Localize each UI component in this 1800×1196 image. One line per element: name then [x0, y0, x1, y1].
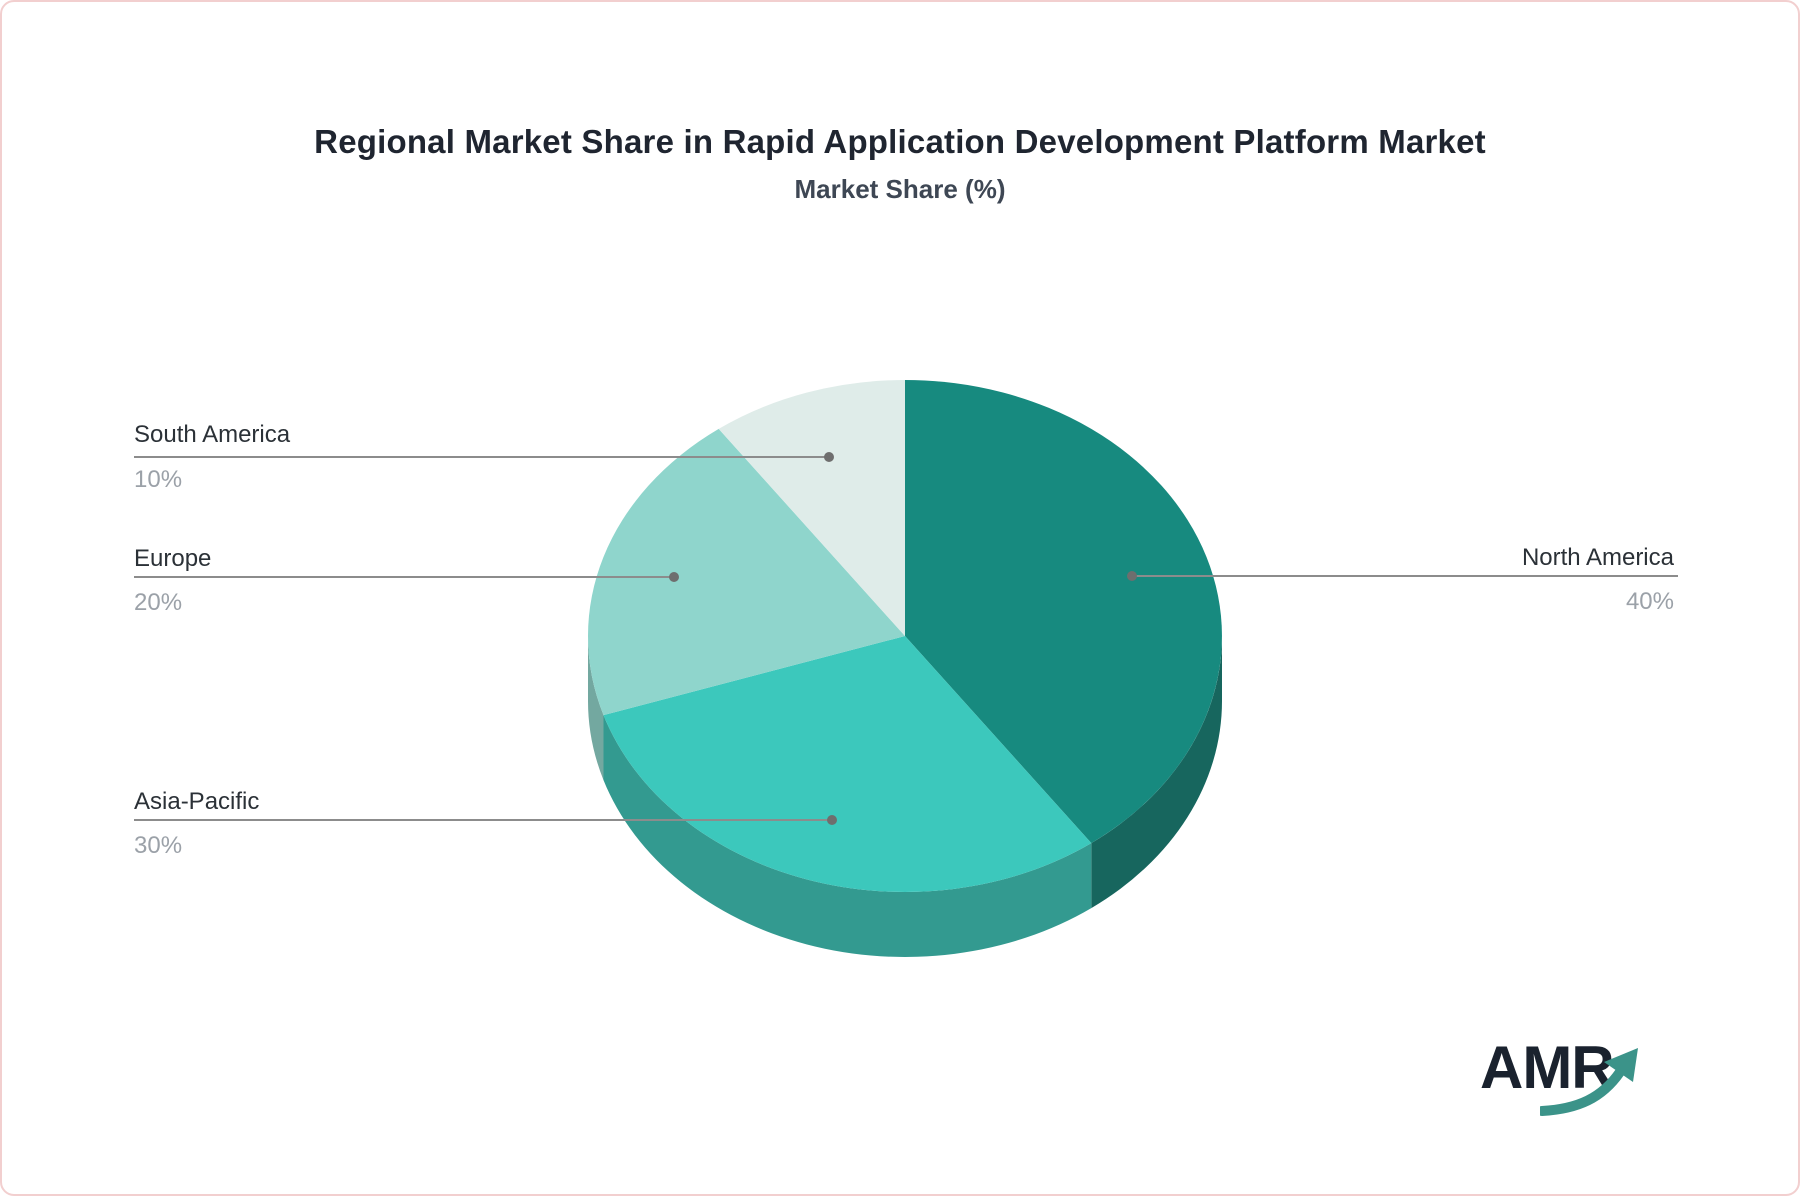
- callout-dot: [1127, 571, 1137, 581]
- callout-dot: [824, 452, 834, 462]
- callout-value-north-america: 40%: [1625, 588, 1674, 615]
- growth-arrow-icon: [1540, 1048, 1638, 1116]
- callout-label-europe: Europe: [134, 545, 212, 572]
- growth-arrow-swoosh: [1540, 1067, 1625, 1116]
- callout-value-asia-pacific: 30%: [134, 832, 183, 859]
- chart-canvas: Regional Market Share in Rapid Applicati…: [0, 0, 1800, 1196]
- callout-label-north-america: North America: [1521, 544, 1674, 571]
- callout-label-south-america: South America: [134, 421, 291, 448]
- callout-value-europe: 20%: [134, 589, 183, 616]
- pie-chart: [134, 380, 1678, 957]
- amr-logo: AMR: [1480, 1038, 1638, 1116]
- callout-dot: [669, 572, 679, 582]
- callout-dot: [827, 815, 837, 825]
- callout-label-asia-pacific: Asia-Pacific: [134, 788, 260, 815]
- callout-value-south-america: 10%: [134, 466, 183, 493]
